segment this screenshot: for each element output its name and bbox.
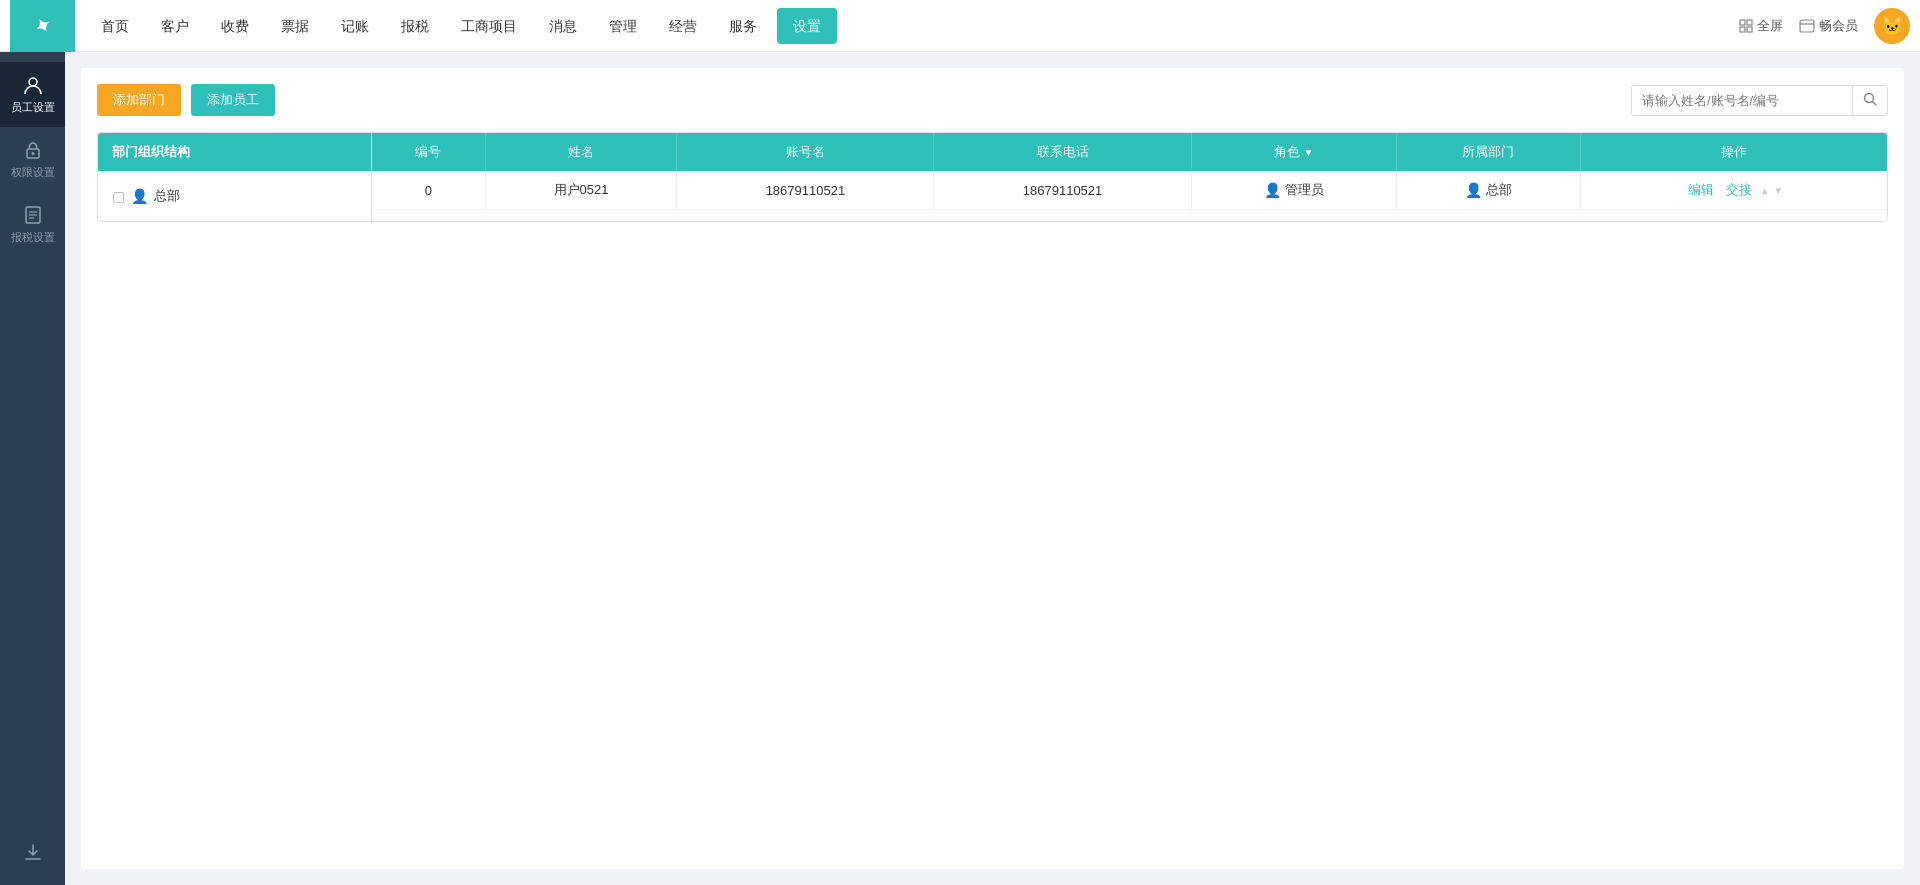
svg-rect-2	[1740, 27, 1745, 32]
content-area: 添加部门 添加员工 部门组织结构 ▢ 👤	[81, 68, 1904, 869]
layout-body: 部门组织结构 ▢ 👤 总部 编号 姓名 账号名	[97, 132, 1888, 222]
add-dept-button[interactable]: 添加部门	[97, 84, 181, 116]
nav-accounting[interactable]: 记账	[325, 0, 385, 52]
nav-right: 全屏 畅会员 🐱	[1739, 8, 1910, 44]
col-account: 账号名	[677, 133, 934, 171]
sidebar-item-taxsettings[interactable]: 报税设置	[0, 192, 65, 257]
sidebar-permission-label: 权限设置	[11, 165, 55, 180]
table-row: 0 用户0521 18679110521 18679110521 👤 管理员	[372, 171, 1887, 210]
employee-table-wrap: 编号 姓名 账号名 联系电话 角色 ▼ 所属部门 操作	[372, 132, 1888, 222]
col-id: 编号	[372, 133, 485, 171]
transfer-link[interactable]: 交接	[1726, 182, 1752, 197]
nav-settings[interactable]: 设置	[777, 8, 837, 44]
nav-items: 首页 客户 收费 票据 记账 报税 工商项目 消息 管理 经营 服务 设置	[85, 0, 1739, 52]
nav-tax[interactable]: 报税	[385, 0, 445, 52]
nav-fee[interactable]: 收费	[205, 0, 265, 52]
sidebar-taxsettings-label: 报税设置	[11, 230, 55, 245]
svg-line-15	[1873, 101, 1877, 105]
file-icon: ▢	[112, 188, 125, 204]
search-icon	[1863, 92, 1877, 106]
edit-link[interactable]: 编辑	[1688, 182, 1714, 197]
nav-bill[interactable]: 票据	[265, 0, 325, 52]
row-scroll-arrows: ▲ ▼	[1760, 182, 1783, 197]
member-btn[interactable]: 畅会员	[1799, 17, 1858, 35]
svg-rect-0	[1740, 20, 1745, 25]
sidebar-employee-label: 员工设置	[11, 100, 55, 115]
col-name: 姓名	[485, 133, 677, 171]
dept-tree: 部门组织结构 ▢ 👤 总部	[97, 132, 372, 222]
nav-manage[interactable]: 管理	[593, 0, 653, 52]
svg-rect-4	[1800, 20, 1814, 32]
nav-home[interactable]: 首页	[85, 0, 145, 52]
add-emp-button[interactable]: 添加员工	[191, 84, 275, 116]
fullscreen-label: 全屏	[1757, 17, 1783, 35]
logo[interactable]: ✦	[10, 0, 75, 52]
nav-operation[interactable]: 经营	[653, 0, 713, 52]
role-filter-icon[interactable]: ▼	[1304, 147, 1314, 158]
search-button[interactable]	[1852, 86, 1887, 115]
arrow-up-icon[interactable]: ▲	[1760, 185, 1770, 196]
search-input[interactable]	[1632, 87, 1852, 114]
sidebar-item-employee[interactable]: 员工设置	[0, 62, 65, 127]
main-content: 添加部门 添加员工 部门组织结构 ▢ 👤	[65, 52, 1920, 885]
role-user-icon: 👤	[1264, 182, 1281, 198]
nav-business[interactable]: 工商项目	[445, 0, 533, 52]
table-header-row: 编号 姓名 账号名 联系电话 角色 ▼ 所属部门 操作	[372, 133, 1887, 171]
person-settings-icon	[22, 74, 44, 96]
sidebar-item-permission[interactable]: 权限设置	[0, 127, 65, 192]
lock-settings-icon	[22, 139, 44, 161]
col-phone: 联系电话	[934, 133, 1191, 171]
logo-icon: ✦	[28, 10, 57, 42]
sidebar-download-btn[interactable]	[0, 829, 65, 875]
top-nav: ✦ 首页 客户 收费 票据 记账 报税 工商项目 消息 管理 经营 服务 设置 …	[0, 0, 1920, 52]
cell-account: 18679110521	[677, 171, 934, 210]
cell-actions: 编辑 交接 ▲ ▼	[1580, 171, 1887, 210]
svg-rect-1	[1747, 20, 1752, 25]
dept-tree-item[interactable]: ▢ 👤 总部	[98, 179, 371, 213]
svg-rect-3	[1747, 27, 1752, 32]
dept-user-icon-cell: 👤	[1465, 182, 1482, 198]
search-box	[1631, 85, 1888, 116]
svg-point-8	[31, 152, 34, 155]
cell-role: 👤 管理员	[1191, 171, 1396, 210]
avatar[interactable]: 🐱	[1874, 8, 1910, 44]
download-icon	[22, 841, 44, 863]
tax-settings-icon	[22, 204, 44, 226]
dept-tree-body: ▢ 👤 总部	[98, 171, 371, 221]
nav-service[interactable]: 服务	[713, 0, 773, 52]
cell-id: 0	[372, 171, 485, 210]
member-label: 畅会员	[1819, 17, 1858, 35]
nav-client[interactable]: 客户	[145, 0, 205, 52]
fullscreen-icon	[1739, 19, 1753, 33]
member-icon	[1799, 19, 1815, 33]
cell-dept: 👤 总部	[1396, 171, 1580, 210]
dept-tree-header: 部门组织结构	[98, 133, 371, 171]
toolbar: 添加部门 添加员工	[97, 84, 1888, 116]
nav-message[interactable]: 消息	[533, 0, 593, 52]
svg-point-6	[29, 78, 37, 86]
cell-name: 用户0521	[485, 171, 677, 210]
dept-user-icon: 👤	[131, 188, 148, 204]
dept-name: 总部	[154, 187, 180, 205]
sidebar: 员工设置 权限设置 报税设置	[0, 52, 65, 885]
employee-table: 编号 姓名 账号名 联系电话 角色 ▼ 所属部门 操作	[372, 133, 1887, 210]
arrow-down-icon[interactable]: ▼	[1773, 185, 1783, 196]
cell-phone: 18679110521	[934, 171, 1191, 210]
col-role: 角色 ▼	[1191, 133, 1396, 171]
fullscreen-btn[interactable]: 全屏	[1739, 17, 1783, 35]
col-dept: 所属部门	[1396, 133, 1580, 171]
col-actions: 操作	[1580, 133, 1887, 171]
